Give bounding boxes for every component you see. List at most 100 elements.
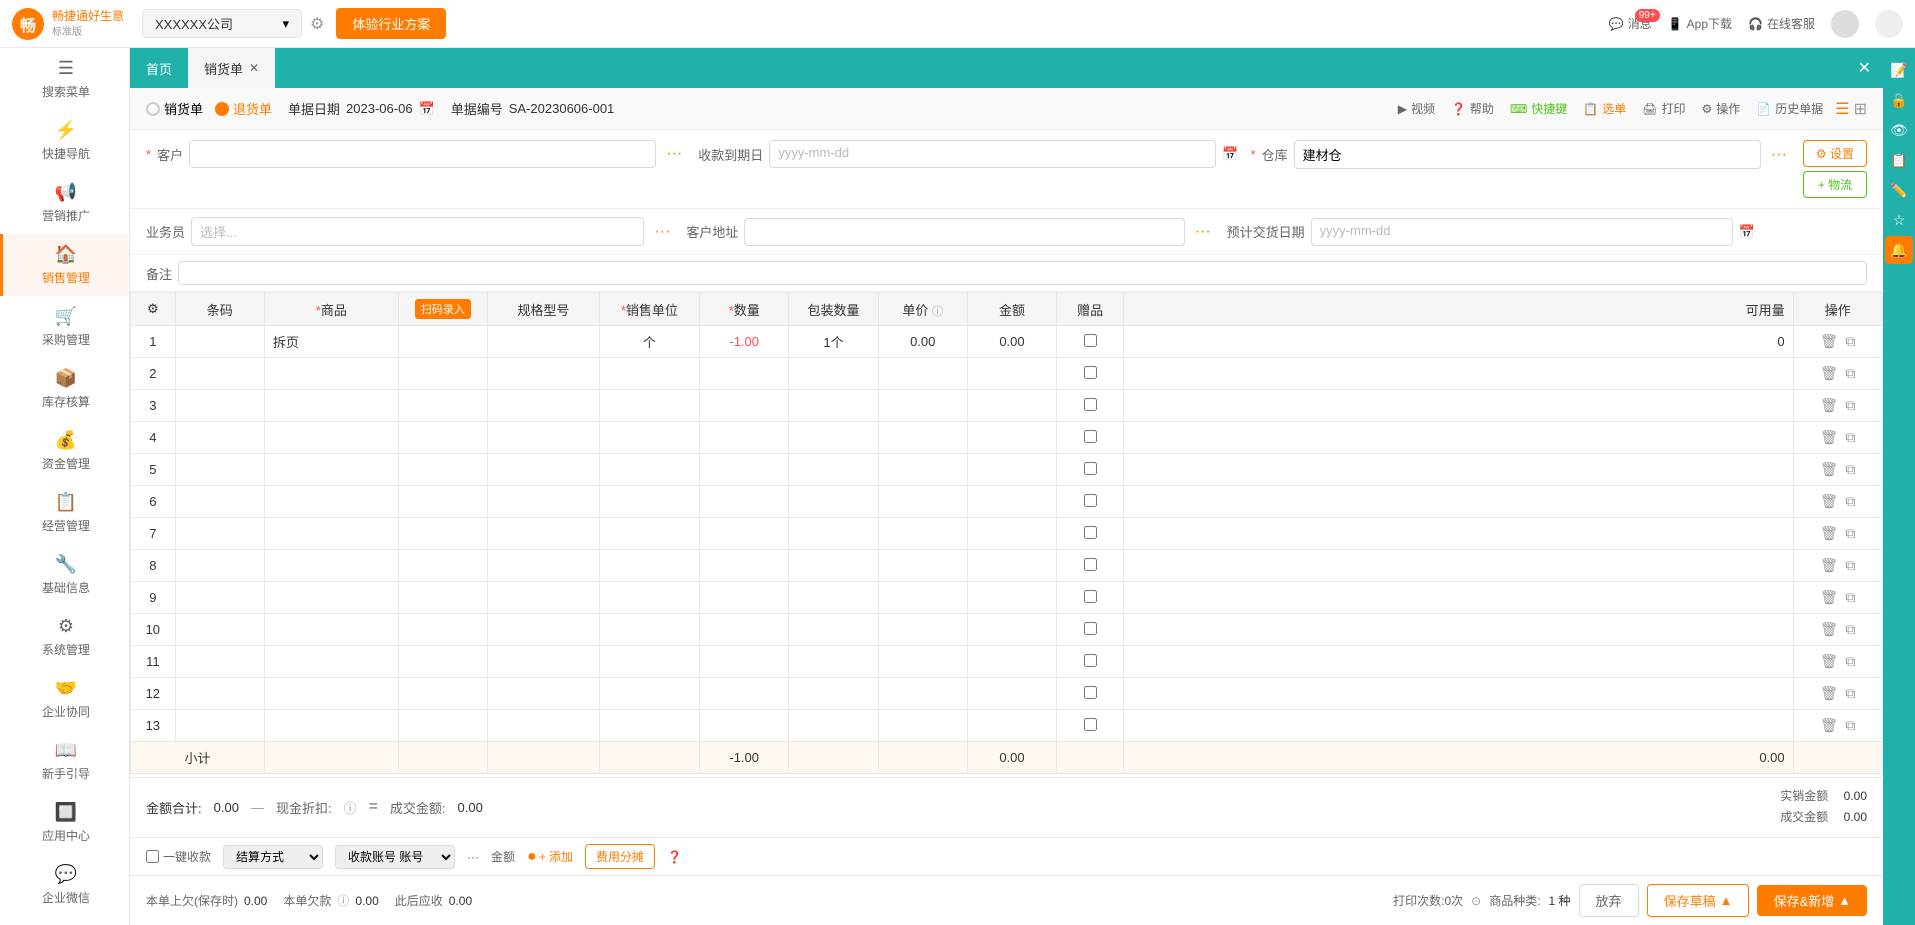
row-gift[interactable] xyxy=(1057,518,1124,550)
row-gift[interactable] xyxy=(1057,390,1124,422)
row-unit[interactable] xyxy=(599,614,699,646)
copy-row-btn[interactable]: ⧉ xyxy=(1846,493,1856,509)
due-date-cal-icon[interactable]: 📅 xyxy=(1222,146,1238,162)
customer-addr-input[interactable] xyxy=(744,218,1184,246)
row-pack-qty[interactable] xyxy=(789,582,878,614)
float-pencil-icon[interactable]: ✏️ xyxy=(1885,176,1913,204)
row-amount[interactable] xyxy=(967,518,1056,550)
row-barcode[interactable] xyxy=(175,614,264,646)
copy-row-btn[interactable]: ⧉ xyxy=(1846,525,1856,541)
row-amount[interactable]: 0.00 xyxy=(967,326,1056,358)
row-qty[interactable] xyxy=(700,486,789,518)
row-unit[interactable] xyxy=(599,646,699,678)
row-barcode[interactable] xyxy=(175,550,264,582)
copy-row-btn[interactable]: ⧉ xyxy=(1846,653,1856,669)
row-product[interactable] xyxy=(264,614,398,646)
row-pack-qty[interactable] xyxy=(789,518,878,550)
row-barcode[interactable] xyxy=(175,486,264,518)
settings-icon[interactable]: ⚙ xyxy=(310,14,324,34)
row-qty[interactable] xyxy=(700,614,789,646)
tab-close-icon[interactable]: ✕ xyxy=(249,61,259,75)
sidebar-item-marketing[interactable]: 📢 营销推广 xyxy=(0,172,129,234)
row-unit[interactable] xyxy=(599,422,699,454)
row-gift[interactable] xyxy=(1057,614,1124,646)
copy-row-btn[interactable]: ⧉ xyxy=(1846,429,1856,445)
row-spec[interactable] xyxy=(488,422,600,454)
float-star-icon[interactable]: ☆ xyxy=(1885,206,1913,234)
row-pack-qty[interactable] xyxy=(789,678,878,710)
row-product[interactable] xyxy=(264,358,398,390)
float-edit-icon[interactable]: 📝 xyxy=(1885,56,1913,84)
save-draft-btn[interactable]: 保存草稿 ▲ xyxy=(1647,884,1750,917)
row-qty[interactable] xyxy=(700,422,789,454)
expected-date-input[interactable]: yyyy-mm-dd xyxy=(1311,218,1733,246)
delete-row-btn[interactable]: 🗑 xyxy=(1820,461,1838,477)
amount-dots[interactable]: ··· xyxy=(467,850,479,864)
row-price[interactable] xyxy=(878,518,967,550)
row-gift[interactable] xyxy=(1057,422,1124,454)
company-selector[interactable]: XXXXXX公司 ▾ xyxy=(142,9,302,38)
copy-row-btn[interactable]: ⧉ xyxy=(1846,461,1856,477)
discard-btn[interactable]: 放弃 xyxy=(1579,884,1639,917)
row-spec[interactable] xyxy=(488,326,600,358)
logistics-btn[interactable]: + 物流 xyxy=(1803,171,1867,198)
copy-row-btn[interactable]: ⧉ xyxy=(1846,717,1856,733)
row-qty[interactable] xyxy=(700,550,789,582)
delete-row-btn[interactable]: 🗑 xyxy=(1820,685,1838,701)
sidebar-item-appstore[interactable]: 🔲 应用中心 xyxy=(0,792,129,854)
row-gift[interactable] xyxy=(1057,582,1124,614)
notes-input[interactable] xyxy=(178,261,1867,285)
copy-row-btn[interactable]: ⧉ xyxy=(1846,557,1856,573)
tab-sales-order[interactable]: 销货单 ✕ xyxy=(188,48,275,88)
row-price[interactable] xyxy=(878,582,967,614)
setting-btn[interactable]: ⚙ 设置 xyxy=(1803,140,1867,167)
video-btn[interactable]: ▶ 视频 xyxy=(1394,98,1439,119)
copy-row-btn[interactable]: ⧉ xyxy=(1846,685,1856,701)
delete-row-btn[interactable]: 🗑 xyxy=(1820,621,1838,637)
row-qty[interactable] xyxy=(700,646,789,678)
delete-row-btn[interactable]: 🗑 xyxy=(1820,717,1838,733)
th-scan[interactable]: 扫码录入 xyxy=(398,293,487,326)
warehouse-input[interactable]: 建材仓 xyxy=(1294,140,1761,169)
row-spec[interactable] xyxy=(488,646,600,678)
select-btn[interactable]: 📋 选单 xyxy=(1579,98,1630,119)
delete-row-btn[interactable]: 🗑 xyxy=(1820,589,1838,605)
delete-row-btn[interactable]: 🗑 xyxy=(1820,525,1838,541)
delete-row-btn[interactable]: 🗑 xyxy=(1820,397,1838,413)
float-eye-icon[interactable]: 👁 xyxy=(1885,116,1913,144)
row-qty[interactable] xyxy=(700,582,789,614)
row-product[interactable] xyxy=(264,390,398,422)
row-gift[interactable] xyxy=(1057,326,1124,358)
row-qty[interactable] xyxy=(700,390,789,422)
row-pack-qty[interactable] xyxy=(789,390,878,422)
salesperson-input[interactable]: 选择... xyxy=(191,217,644,246)
row-price[interactable] xyxy=(878,646,967,678)
row-amount[interactable] xyxy=(967,358,1056,390)
history-btn[interactable]: 📄 历史单据 xyxy=(1752,98,1827,119)
grid-view-icon[interactable]: ⊞ xyxy=(1854,99,1867,119)
delete-row-btn[interactable]: 🗑 xyxy=(1820,333,1838,349)
add-payment-btn[interactable]: ● + 添加 xyxy=(527,848,573,866)
row-barcode[interactable] xyxy=(175,422,264,454)
sidebar-item-sales[interactable]: 🏠 销售管理 xyxy=(0,234,129,296)
row-barcode[interactable] xyxy=(175,518,264,550)
row-product[interactable] xyxy=(264,454,398,486)
row-pack-qty[interactable] xyxy=(789,646,878,678)
sidebar-item-finance[interactable]: 💰 资金管理 xyxy=(0,420,129,482)
sidebar-item-search[interactable]: ☰ 搜索菜单 xyxy=(0,48,129,110)
row-price[interactable] xyxy=(878,710,967,742)
addr-expand-btn[interactable]: ··· xyxy=(1191,223,1215,241)
row-unit[interactable] xyxy=(599,582,699,614)
row-gift[interactable] xyxy=(1057,646,1124,678)
row-price[interactable] xyxy=(878,550,967,582)
row-pack-qty[interactable] xyxy=(789,454,878,486)
sidebar-item-base[interactable]: 🔧 基础信息 xyxy=(0,544,129,606)
expected-date-cal-icon[interactable]: 📅 xyxy=(1739,224,1755,240)
row-spec[interactable] xyxy=(488,486,600,518)
copy-row-btn[interactable]: ⧉ xyxy=(1846,333,1856,349)
row-product[interactable] xyxy=(264,678,398,710)
row-pack-qty[interactable] xyxy=(789,486,878,518)
row-unit[interactable]: 个 xyxy=(599,326,699,358)
row-barcode[interactable] xyxy=(175,454,264,486)
row-pack-qty[interactable]: 1个 xyxy=(789,326,878,358)
